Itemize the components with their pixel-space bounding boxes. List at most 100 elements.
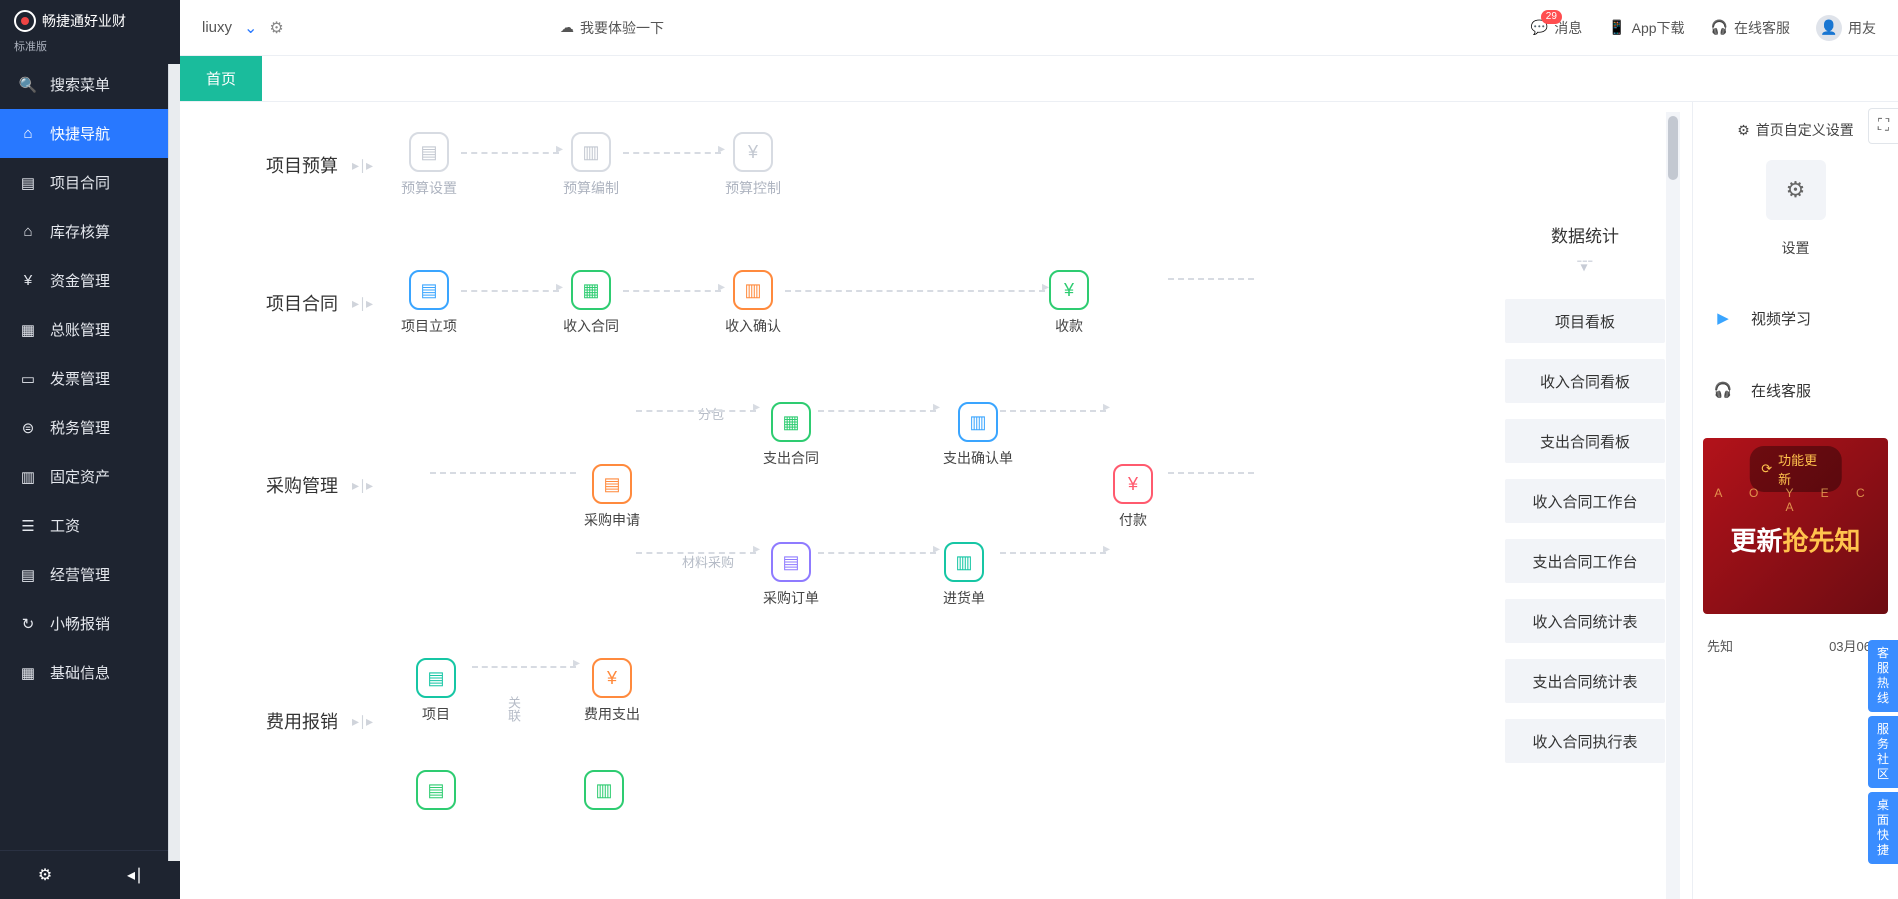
nav-project-contract[interactable]: ▤ 项目合同 xyxy=(0,158,180,207)
rpanel-title: ⚙ 首页自定义设置 xyxy=(1703,120,1888,140)
row-contract-label: 项目合同 xyxy=(228,290,346,316)
collapse-icon: ◂∣ xyxy=(127,867,143,884)
connector xyxy=(818,552,936,554)
collapse-button[interactable]: ◂∣ xyxy=(90,851,180,899)
video-icon: ▶ xyxy=(1709,304,1737,332)
basic-icon: ▦ xyxy=(18,663,38,683)
node-goods-in[interactable]: ▥进货单 xyxy=(943,542,985,608)
brand-name: 畅捷通好业财 xyxy=(42,11,126,31)
node-income-confirm[interactable]: ▥收入确认 xyxy=(725,270,781,336)
settings-button[interactable]: ⚙ xyxy=(0,851,90,899)
connector xyxy=(623,152,721,154)
nav-quick[interactable]: ⌂ 快捷导航 xyxy=(0,109,180,158)
stat-income-bench[interactable]: 收入合同工作台 xyxy=(1505,479,1665,523)
money-icon: ¥ xyxy=(18,271,38,291)
stat-expense-report[interactable]: 支出合同统计表 xyxy=(1505,659,1665,703)
node-purchase-order[interactable]: ▤采购订单 xyxy=(763,542,819,608)
phone-icon: 📱 xyxy=(1608,19,1625,36)
stats-title: 数据统计 xyxy=(1551,222,1619,247)
canvas-scrollbar[interactable] xyxy=(1666,112,1680,899)
float-hotline[interactable]: 客服热线 xyxy=(1868,640,1898,712)
fullscreen-toggle[interactable]: ⛶ xyxy=(1868,108,1898,144)
connector xyxy=(818,410,936,412)
node-purchase-req[interactable]: ▤采购申请 xyxy=(584,464,640,530)
nav-search[interactable]: 🔍 搜索菜单 xyxy=(0,60,180,109)
nav-funds[interactable]: ¥ 资金管理 xyxy=(0,256,180,305)
gear-outline-icon: ⚙ xyxy=(1737,122,1750,139)
planet-icon: ☁ xyxy=(560,19,574,36)
nav-inventory[interactable]: ⌂ 库存核算 xyxy=(0,207,180,256)
promo-footer: 先知 03月06日 xyxy=(1703,636,1888,655)
app-download[interactable]: 📱 App下载 xyxy=(1608,18,1684,38)
nav-tax[interactable]: ⊜ 税务管理 xyxy=(0,403,180,452)
promo-card[interactable]: ⟳ 功能更新 A O Y E C A 更新抢先知 xyxy=(1703,438,1888,614)
nav-ledger[interactable]: ▦ 总账管理 xyxy=(0,305,180,354)
row-budget-label: 项目预算 xyxy=(228,152,346,178)
org-selector[interactable]: liuxy ⌄ ⚙ xyxy=(202,18,542,38)
node-income-contract[interactable]: ▦收入合同 xyxy=(563,270,619,336)
ledger-icon: ▦ xyxy=(18,320,38,340)
scrollbar-thumb[interactable] xyxy=(1668,116,1678,180)
nav-invoice[interactable]: ▭ 发票管理 xyxy=(0,354,180,403)
connector xyxy=(461,290,559,292)
row-arrow-icon: ▸∣▸ xyxy=(352,477,373,494)
nav-basic[interactable]: ▦ 基础信息 xyxy=(0,648,180,697)
row-arrow-icon: ▸∣▸ xyxy=(352,713,373,730)
float-tabs: 客服热线 服务社区 桌面快捷 xyxy=(1868,640,1898,864)
topbar: liuxy ⌄ ⚙ ☁ 我要体验一下 💬 29 消息 📱 App下载 xyxy=(180,0,1898,56)
rlink-video[interactable]: ▶ 视频学习 xyxy=(1703,288,1888,348)
stat-expense-board[interactable]: 支出合同看板 xyxy=(1505,419,1665,463)
connector xyxy=(430,472,576,474)
reimburse-icon: ↻ xyxy=(18,614,38,634)
sidebar-footer: ⚙ ◂∣ xyxy=(0,850,180,899)
stat-income-report[interactable]: 收入合同统计表 xyxy=(1505,599,1665,643)
connector xyxy=(623,290,721,292)
assets-icon: ▥ xyxy=(18,467,38,487)
nav-reimburse[interactable]: ↻ 小畅报销 xyxy=(0,599,180,648)
float-desktop[interactable]: 桌面快捷 xyxy=(1868,792,1898,864)
rpanel-settings-card[interactable]: ⚙ xyxy=(1766,160,1826,220)
row-arrow-icon: ▸∣▸ xyxy=(352,295,373,312)
nav-salary[interactable]: ☰ 工资 xyxy=(0,501,180,550)
branch-bot-label: 材料采购 xyxy=(682,552,734,571)
node-project-init[interactable]: ▤项目立项 xyxy=(401,270,457,336)
tab-home[interactable]: 首页 xyxy=(180,56,262,101)
node-budget-compile[interactable]: ▥预算编制 xyxy=(563,132,619,198)
rpanel-settings-label: 设置 xyxy=(1703,238,1888,258)
node-expense-contract[interactable]: ▦支出合同 xyxy=(763,402,819,468)
org-settings-icon[interactable]: ⚙ xyxy=(269,18,283,38)
user-menu[interactable]: 👤 用友 xyxy=(1816,15,1876,41)
tax-icon: ⊜ xyxy=(18,418,38,438)
sidebar-scrollbar[interactable] xyxy=(168,64,180,861)
org-name: liuxy xyxy=(202,19,232,36)
node-budget-control[interactable]: ¥预算控制 xyxy=(725,132,781,198)
nav-assets[interactable]: ▥ 固定资产 xyxy=(0,452,180,501)
node-peek-1[interactable]: ▤ xyxy=(416,770,456,810)
float-community[interactable]: 服务社区 xyxy=(1868,716,1898,788)
node-peek-2[interactable]: ▥ xyxy=(584,770,624,810)
nav-business[interactable]: ▤ 经营管理 xyxy=(0,550,180,599)
node-budget-setting[interactable]: ▤预算设置 xyxy=(401,132,457,198)
stat-project-board[interactable]: 项目看板 xyxy=(1505,299,1665,343)
gear-icon: ⚙ xyxy=(38,867,52,884)
node-project[interactable]: ▤项目 xyxy=(416,658,456,724)
stat-income-board[interactable]: 收入合同看板 xyxy=(1505,359,1665,403)
node-expense-out[interactable]: ¥费用支出 xyxy=(584,658,640,724)
avatar-icon: 👤 xyxy=(1816,15,1842,41)
online-support[interactable]: 🎧 在线客服 xyxy=(1711,18,1790,38)
brand-edition: 标准版 xyxy=(0,38,180,60)
tabstrip: 首页 xyxy=(180,56,1898,102)
row-arrow-icon: ▸∣▸ xyxy=(352,157,373,174)
branch-top-label: 分包 xyxy=(698,404,724,423)
node-payment[interactable]: ¥付款 xyxy=(1113,464,1153,530)
row-purchase-label: 采购管理 xyxy=(228,472,346,498)
stat-income-exec[interactable]: 收入合同执行表 xyxy=(1505,719,1665,763)
messages[interactable]: 💬 29 消息 xyxy=(1531,18,1582,38)
node-receipt[interactable]: ¥收款 xyxy=(1049,270,1089,336)
rlink-support[interactable]: 🎧 在线客服 xyxy=(1703,360,1888,420)
row4-link-label: 关联 xyxy=(504,696,523,722)
stat-expense-bench[interactable]: 支出合同工作台 xyxy=(1505,539,1665,583)
try-link[interactable]: ☁ 我要体验一下 xyxy=(560,18,664,38)
connector xyxy=(1000,410,1106,412)
refresh-icon: ⟳ xyxy=(1761,461,1772,477)
